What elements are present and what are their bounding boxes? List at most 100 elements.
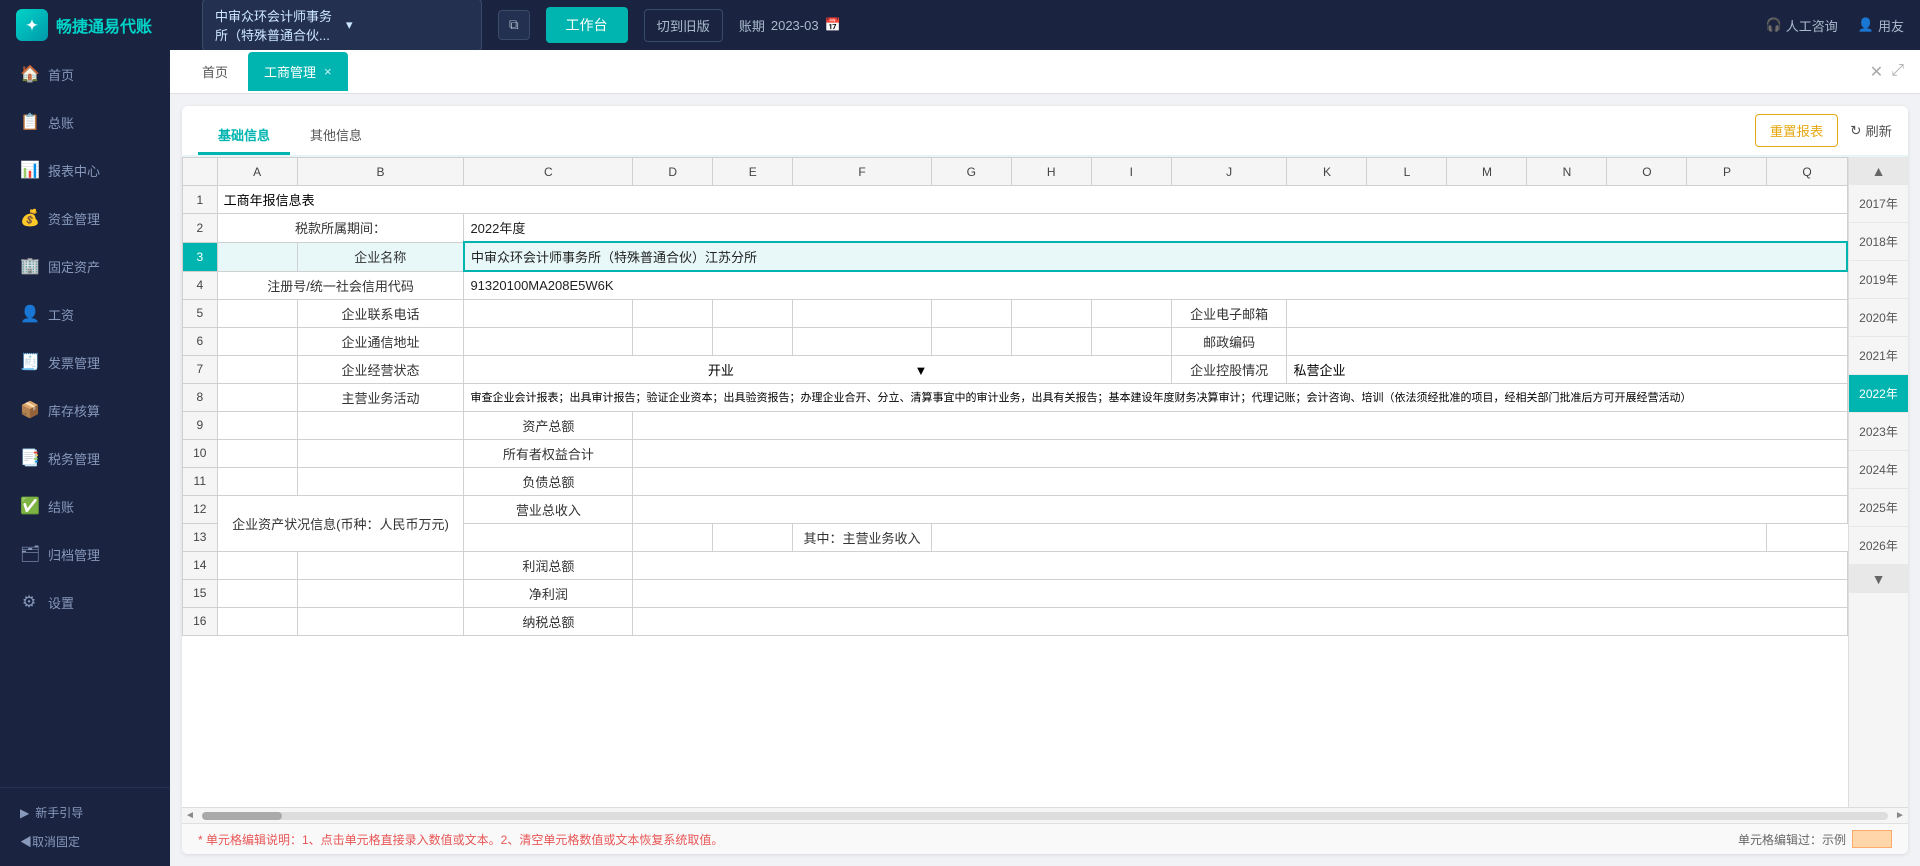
sidebar-item-salary[interactable]: 👤 工资	[0, 290, 170, 338]
sub-tab-basic-info[interactable]: 基础信息	[198, 117, 290, 155]
sidebar-item-archive[interactable]: 🗂 归档管理	[0, 530, 170, 578]
main-biz-label: 主营业务活动	[297, 383, 464, 411]
cell-7a[interactable]	[217, 355, 297, 383]
total-revenue-value[interactable]	[633, 495, 1847, 523]
reset-report-button[interactable]: 重置报表	[1755, 114, 1838, 147]
cell-10b[interactable]	[297, 439, 464, 467]
year-item-2023[interactable]: 2023年	[1849, 413, 1908, 451]
sidebar-item-settings[interactable]: ⚙ 设置	[0, 578, 170, 626]
cell-5g[interactable]	[931, 299, 1011, 327]
year-item-2026[interactable]: 2026年	[1849, 527, 1908, 565]
switch-version-button[interactable]: 切到旧版	[644, 9, 723, 42]
window-close-icon[interactable]: ✕	[1870, 62, 1883, 82]
h-scroll-left-btn[interactable]: ◄	[182, 810, 198, 821]
tax-period-value-cell[interactable]: 2022年度	[464, 214, 1847, 243]
title-cell[interactable]: 工商年报信息表	[217, 186, 1847, 214]
cell-6g[interactable]	[931, 327, 1011, 355]
total-tax-value[interactable]	[633, 607, 1847, 635]
year-item-2019[interactable]: 2019年	[1849, 261, 1908, 299]
email-value[interactable]	[1287, 299, 1847, 327]
company-name-value-cell[interactable]: 中审众环会计师事务所（特殊普通合伙）江苏分所	[464, 242, 1847, 271]
sidebar-item-close[interactable]: ✅ 结账	[0, 482, 170, 530]
calendar-icon[interactable]: 📅	[825, 17, 841, 33]
cell-9b[interactable]	[297, 411, 464, 439]
equity-value[interactable]	[633, 439, 1847, 467]
sidebar-item-reports[interactable]: 📊 报表中心	[0, 146, 170, 194]
year-item-2024[interactable]: 2024年	[1849, 451, 1908, 489]
cell-6i[interactable]	[1091, 327, 1171, 355]
cell-6h[interactable]	[1011, 327, 1091, 355]
company-selector[interactable]: 中审众环会计师事务所（特殊普通合伙... ▾	[202, 0, 482, 51]
cell-6d[interactable]	[633, 327, 713, 355]
biz-status-value[interactable]: 开业 ▼	[464, 355, 1171, 383]
cell-13d[interactable]	[633, 523, 713, 551]
holding-value[interactable]: 私营企业	[1287, 355, 1847, 383]
cell-6a[interactable]	[217, 327, 297, 355]
total-profit-value[interactable]	[633, 551, 1847, 579]
year-item-2021[interactable]: 2021年	[1849, 337, 1908, 375]
sidebar-item-tax[interactable]: 📑 税务管理	[0, 434, 170, 482]
tab-close-icon[interactable]: ×	[324, 64, 332, 79]
h-scroll-thumb[interactable]	[202, 812, 282, 820]
cell-5h[interactable]	[1011, 299, 1091, 327]
year-panel-down-button[interactable]: ▼	[1849, 565, 1908, 593]
net-profit-value[interactable]	[633, 579, 1847, 607]
spreadsheet-scroll[interactable]: A B C D E F G H I J K L	[182, 157, 1848, 807]
unpin-button[interactable]: ◀取消固定	[20, 827, 150, 856]
main-biz-value[interactable]: 审查企业会计报表；出具审计报告；验证企业资本；出具验资报告；办理企业合开、分立、…	[464, 383, 1847, 411]
user-area[interactable]: 👤 用友	[1858, 16, 1904, 35]
phone-value[interactable]	[464, 299, 633, 327]
year-item-2020[interactable]: 2020年	[1849, 299, 1908, 337]
sidebar-item-assets[interactable]: 🏢 固定资产	[0, 242, 170, 290]
year-item-2017[interactable]: 2017年	[1849, 185, 1908, 223]
cell-5f[interactable]	[793, 299, 932, 327]
total-assets-value[interactable]	[633, 411, 1847, 439]
cell-5d[interactable]	[633, 299, 713, 327]
year-item-2025[interactable]: 2025年	[1849, 489, 1908, 527]
cell-14b[interactable]	[297, 551, 464, 579]
main-revenue-value[interactable]	[931, 523, 1767, 551]
cell-11b[interactable]	[297, 467, 464, 495]
sidebar-item-home[interactable]: 🏠 首页	[0, 50, 170, 98]
cell-8a[interactable]	[217, 383, 297, 411]
sidebar-item-ledger[interactable]: 📋 总账	[0, 98, 170, 146]
new-guide-button[interactable]: ▶ 新手引导	[20, 798, 150, 827]
year-item-2018[interactable]: 2018年	[1849, 223, 1908, 261]
service-button[interactable]: 🎧 人工咨询	[1766, 16, 1838, 35]
workbench-button[interactable]: 工作台	[546, 7, 628, 43]
cell-6e[interactable]	[713, 327, 793, 355]
cell-5i[interactable]	[1091, 299, 1171, 327]
cell-5a[interactable]	[217, 299, 297, 327]
h-scroll[interactable]: ◄ ►	[182, 807, 1908, 823]
year-item-2022[interactable]: 2022年	[1849, 375, 1908, 413]
address-value[interactable]	[464, 327, 633, 355]
cell-13e[interactable]	[713, 523, 793, 551]
cell-15a[interactable]	[217, 579, 297, 607]
cell-13c[interactable]	[464, 523, 633, 551]
tab-business-management[interactable]: 工商管理 ×	[248, 52, 348, 91]
cell-15b[interactable]	[297, 579, 464, 607]
cell-10a[interactable]	[217, 439, 297, 467]
cell-16b[interactable]	[297, 607, 464, 635]
cell-14a[interactable]	[217, 551, 297, 579]
refresh-button[interactable]: ↻ 刷新	[1850, 114, 1892, 147]
cell-9a[interactable]	[217, 411, 297, 439]
total-liab-value[interactable]	[633, 467, 1847, 495]
sidebar-item-finance[interactable]: 💰 资金管理	[0, 194, 170, 242]
sidebar-item-invoice[interactable]: 🧾 发票管理	[0, 338, 170, 386]
sidebar-item-inventory[interactable]: 📦 库存核算	[0, 386, 170, 434]
cell-5e[interactable]	[713, 299, 793, 327]
window-expand-icon[interactable]: ⤢	[1891, 62, 1904, 82]
reg-no-value[interactable]: 91320100MA208E5W6K	[464, 271, 1847, 299]
cell-16a[interactable]	[217, 607, 297, 635]
cell-6f[interactable]	[793, 327, 932, 355]
row-number: 1	[183, 186, 218, 214]
postcode-value[interactable]	[1287, 327, 1847, 355]
tab-home[interactable]: 首页	[186, 52, 244, 91]
sub-tab-other-info[interactable]: 其他信息	[290, 117, 382, 155]
h-scroll-right-btn[interactable]: ►	[1892, 810, 1908, 821]
year-panel-up-button[interactable]: ▲	[1849, 157, 1908, 185]
copy-button[interactable]: ⧉	[498, 10, 530, 40]
cell-11a[interactable]	[217, 467, 297, 495]
h-scroll-track[interactable]	[202, 812, 1888, 820]
